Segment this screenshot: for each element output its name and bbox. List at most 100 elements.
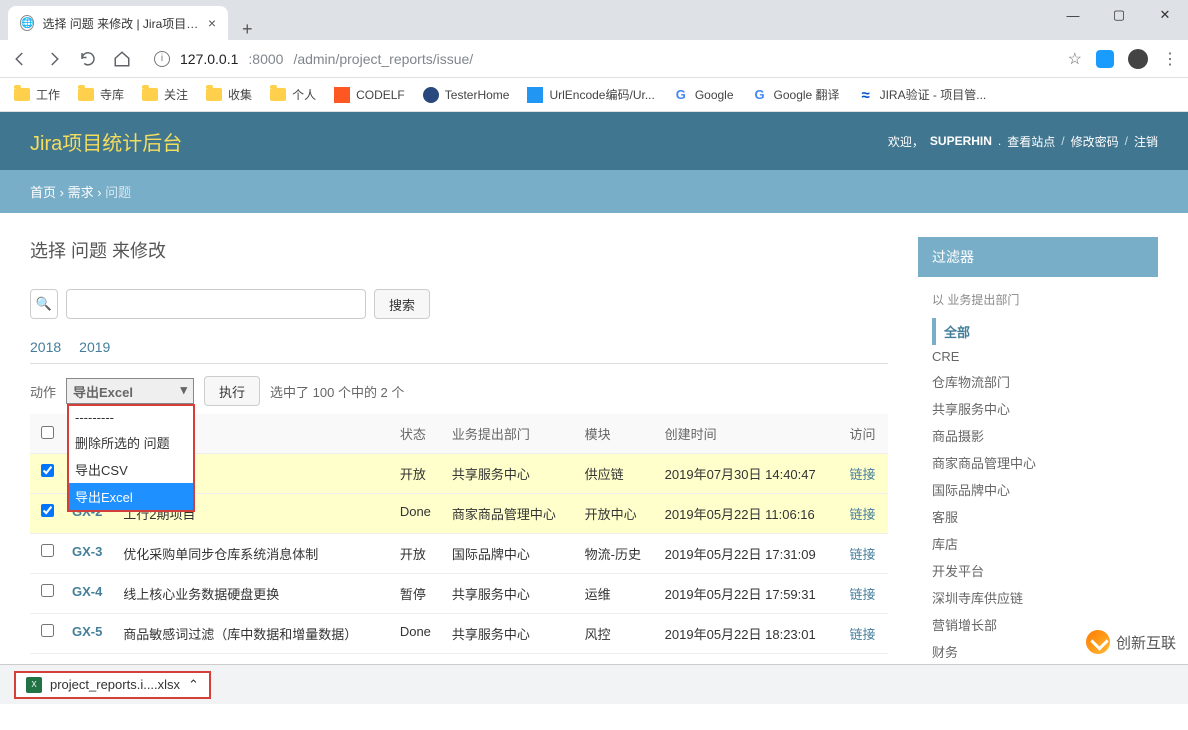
filter-item[interactable]: 开发平台: [932, 557, 1144, 584]
excel-file-icon: X: [26, 677, 42, 693]
site-icon: G: [673, 87, 689, 103]
filter-item[interactable]: CRE: [932, 345, 1144, 368]
bookmark-item[interactable]: GGoogle: [673, 87, 734, 103]
cell-created: 2019年05月22日 17:31:09: [657, 534, 842, 574]
cell-status: 开放: [392, 454, 444, 494]
cell-link[interactable]: 链接: [841, 574, 888, 614]
dropdown-option[interactable]: ---------: [69, 406, 193, 429]
cell-dept: 国际品牌中心: [444, 534, 577, 574]
search-button[interactable]: 搜索: [374, 289, 430, 319]
exec-button[interactable]: 执行: [204, 376, 260, 406]
profile-avatar-icon[interactable]: [1128, 49, 1148, 69]
bookmark-label: UrlEncode编码/Ur...: [549, 86, 654, 103]
filter-item[interactable]: 全部: [932, 318, 1144, 345]
action-label: 动作: [30, 382, 56, 401]
download-item[interactable]: X project_reports.i....xlsx ⌃: [14, 671, 211, 699]
select-all-checkbox[interactable]: [41, 426, 54, 439]
maximize-button[interactable]: ▢: [1096, 0, 1142, 30]
link-change-pwd[interactable]: 修改密码: [1071, 133, 1119, 150]
reload-icon[interactable]: [78, 49, 98, 69]
row-checkbox[interactable]: [41, 504, 54, 517]
newtab-button[interactable]: +: [228, 19, 267, 40]
cell-key[interactable]: GX-3: [64, 534, 115, 574]
dropdown-option[interactable]: 导出CSV: [69, 456, 193, 483]
close-icon[interactable]: ×: [208, 15, 216, 31]
download-filename: project_reports.i....xlsx: [50, 677, 180, 692]
dropdown-option[interactable]: 导出Excel: [69, 483, 193, 510]
link-logout[interactable]: 注销: [1134, 133, 1158, 150]
download-shelf: X project_reports.i....xlsx ⌃: [0, 664, 1188, 704]
cell-module: 物流-历史: [577, 534, 657, 574]
row-checkbox[interactable]: [41, 544, 54, 557]
column-header[interactable]: 创建时间: [657, 414, 842, 454]
tab-title: 选择 问题 来修改 | Jira项目统计...: [42, 15, 199, 32]
cell-dept: 共享服务中心: [444, 614, 577, 654]
breadcrumb: 首页 › 需求 › 问题: [0, 170, 1188, 213]
browser-tab[interactable]: 🌐 选择 问题 来修改 | Jira项目统计... ×: [8, 6, 228, 40]
year-tabs: 2018 2019: [30, 339, 888, 364]
filter-item[interactable]: 共享服务中心: [932, 395, 1144, 422]
row-checkbox[interactable]: [41, 624, 54, 637]
bookmark-label: JIRA验证 - 项目管...: [880, 86, 987, 103]
filter-item[interactable]: 深圳寺库供应链: [932, 584, 1144, 611]
filter-item[interactable]: 客服: [932, 503, 1144, 530]
extension-icon[interactable]: [1096, 50, 1114, 68]
column-header[interactable]: [30, 414, 64, 454]
bookmark-star-icon[interactable]: ☆: [1068, 49, 1082, 69]
browser-tabstrip: 🌐 选择 问题 来修改 | Jira项目统计... × + — ▢ ✕: [0, 0, 1188, 40]
column-header[interactable]: 访问: [841, 414, 888, 454]
bookmark-item[interactable]: CODELF: [334, 87, 405, 103]
cell-title: 线上核心业务数据硬盘更换: [115, 574, 392, 614]
bookmark-item[interactable]: GGoogle 翻译: [752, 86, 840, 103]
search-input[interactable]: [66, 289, 366, 319]
column-header[interactable]: 业务提出部门: [444, 414, 577, 454]
folder-icon: [142, 88, 158, 101]
folder-icon: [78, 88, 94, 101]
chevron-up-icon[interactable]: ⌃: [188, 677, 199, 693]
cell-link[interactable]: 链接: [841, 534, 888, 574]
link-view-site[interactable]: 查看站点: [1007, 133, 1055, 150]
filter-item[interactable]: 商品摄影: [932, 422, 1144, 449]
menu-dots-icon[interactable]: ⋮: [1162, 49, 1178, 69]
year-tab-2018[interactable]: 2018: [30, 339, 61, 355]
filter-item[interactable]: 库店: [932, 530, 1144, 557]
bookmark-item[interactable]: TesterHome: [423, 87, 510, 103]
filter-item[interactable]: 仓库物流部门: [932, 368, 1144, 395]
welcome-text: 欢迎，: [888, 133, 924, 150]
cell-key[interactable]: GX-5: [64, 614, 115, 654]
bookmark-item[interactable]: 个人: [270, 86, 316, 103]
close-window-button[interactable]: ✕: [1142, 0, 1188, 30]
bookmark-item[interactable]: 关注: [142, 86, 188, 103]
bookmark-item[interactable]: UrlEncode编码/Ur...: [527, 86, 654, 103]
bookmark-item[interactable]: 收集: [206, 86, 252, 103]
bookmark-item[interactable]: 寺库: [78, 86, 124, 103]
cell-link[interactable]: 链接: [841, 614, 888, 654]
site-icon: ≈: [858, 87, 874, 103]
cell-link[interactable]: 链接: [841, 494, 888, 534]
folder-icon: [270, 88, 286, 101]
column-header[interactable]: 模块: [577, 414, 657, 454]
crumb-home[interactable]: 首页: [30, 185, 56, 200]
bookmark-item[interactable]: 工作: [14, 86, 60, 103]
filter-header: 过滤器: [918, 237, 1158, 277]
bookmark-item[interactable]: ≈ JIRA验证 - 项目管...: [858, 86, 987, 103]
filter-item[interactable]: 国际品牌中心: [932, 476, 1144, 503]
cell-link[interactable]: 链接: [841, 454, 888, 494]
url-input[interactable]: i 127.0.0.1:8000/admin/project_reports/i…: [146, 51, 1054, 67]
filter-item[interactable]: 商家商品管理中心: [932, 449, 1144, 476]
column-header[interactable]: 状态: [392, 414, 444, 454]
cell-key[interactable]: GX-4: [64, 574, 115, 614]
minimize-button[interactable]: —: [1050, 0, 1096, 30]
home-icon[interactable]: [112, 49, 132, 69]
dropdown-option[interactable]: 删除所选的 问题: [69, 429, 193, 456]
bookmark-label: TesterHome: [445, 88, 510, 102]
row-checkbox[interactable]: [41, 584, 54, 597]
row-checkbox[interactable]: [41, 464, 54, 477]
year-tab-2019[interactable]: 2019: [79, 339, 110, 355]
info-icon[interactable]: i: [154, 51, 170, 67]
forward-icon[interactable]: [44, 49, 64, 69]
bookmark-label: 关注: [164, 86, 188, 103]
crumb-group[interactable]: 需求: [68, 185, 94, 200]
back-icon[interactable]: [10, 49, 30, 69]
action-select[interactable]: 导出Excel ▾ ---------删除所选的 问题导出CSV导出Excel: [66, 378, 194, 404]
